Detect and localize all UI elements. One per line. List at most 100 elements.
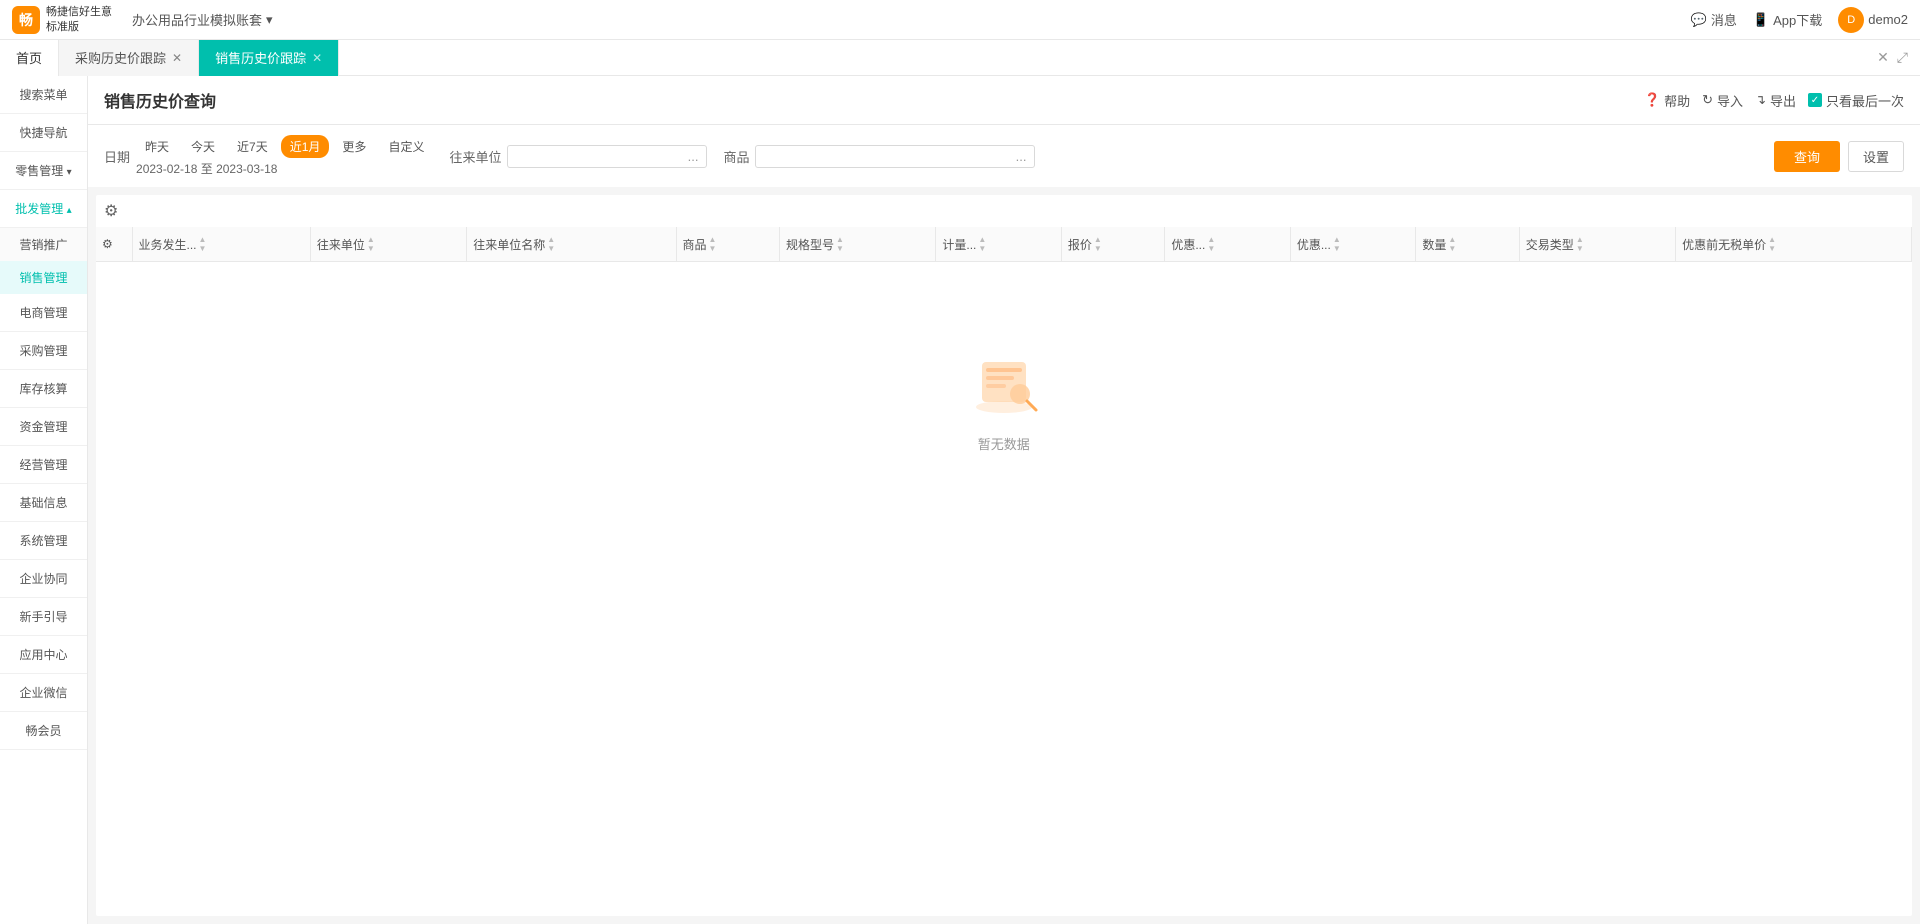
source-unit-label: 往来单位	[449, 147, 501, 166]
topbar-right: 💬 消息 📱 App下载 D demo2	[1691, 7, 1908, 33]
sort-icon: ▲▼	[547, 235, 555, 253]
product-input[interactable]: ...	[755, 145, 1035, 168]
th-unit[interactable]: 计量... ▲▼	[936, 227, 1062, 262]
sidebar-item-search-menu[interactable]: 搜索菜单	[0, 76, 87, 114]
th-discount2[interactable]: 优惠... ▲▼	[1290, 227, 1416, 262]
sidebar-item-sales-mgmt[interactable]: 销售管理	[0, 261, 87, 294]
chevron-up-icon: ▴	[67, 205, 72, 216]
date-btns: 昨天 今天 近7天 近1月 更多 自定义	[136, 135, 433, 158]
table-header-row: ⚙ 业务发生... ▲▼ 往来单位 ▲▼	[96, 227, 1912, 262]
sidebar-item-finance[interactable]: 资金管理	[0, 408, 87, 446]
sidebar-vip-label: 畅会员	[25, 724, 61, 738]
user-menu[interactable]: D demo2	[1838, 7, 1908, 33]
sort-icon: ▲▼	[978, 235, 986, 253]
close-tab-icon[interactable]: ✕	[1877, 49, 1889, 66]
sidebar: 搜索菜单 快捷导航 零售管理 ▾ 批发管理 ▴ 营销推广 销售管理 电商管理 采…	[0, 76, 88, 924]
app-selector[interactable]: 办公用品行业模拟账套 ▾	[132, 10, 273, 29]
date-btn-1month[interactable]: 近1月	[281, 135, 330, 158]
empty-state: 暂无数据	[96, 262, 1912, 533]
sort-icon: ▲▼	[836, 235, 844, 253]
sidebar-item-ecommerce[interactable]: 电商管理	[0, 294, 87, 332]
source-unit-input[interactable]: ...	[507, 145, 707, 168]
sidebar-item-quick-nav[interactable]: 快捷导航	[0, 114, 87, 152]
logo-area: 畅 畅捷信好生意 标准版	[12, 5, 112, 34]
main-layout: 搜索菜单 快捷导航 零售管理 ▾ 批发管理 ▴ 营销推广 销售管理 电商管理 采…	[0, 76, 1920, 924]
tab-purchase-close-icon[interactable]: ✕	[172, 51, 182, 65]
date-btn-more[interactable]: 更多	[333, 135, 375, 158]
date-btn-today[interactable]: 今天	[182, 135, 224, 158]
date-btn-yesterday[interactable]: 昨天	[136, 135, 178, 158]
sidebar-item-marketing[interactable]: 营销推广	[0, 228, 87, 261]
message-icon: 💬	[1691, 12, 1707, 28]
sidebar-item-inventory[interactable]: 库存核算	[0, 370, 87, 408]
export-icon: ↴	[1755, 92, 1766, 108]
message-btn[interactable]: 💬 消息	[1691, 10, 1737, 29]
download-icon: 📱	[1753, 12, 1769, 28]
th-pretax-price[interactable]: 优惠前无税单价 ▲▼	[1676, 227, 1912, 262]
sidebar-item-enterprise-collab[interactable]: 企业协同	[0, 560, 87, 598]
sidebar-item-purchase-mgmt[interactable]: 采购管理	[0, 332, 87, 370]
maximize-icon[interactable]: ⤢	[1897, 49, 1908, 66]
th-unit-name[interactable]: 往来单位名称 ▲▼	[467, 227, 676, 262]
sidebar-item-enterprise-wechat[interactable]: 企业微信	[0, 674, 87, 712]
date-label: 日期	[104, 147, 130, 166]
date-btn-7days[interactable]: 近7天	[228, 135, 277, 158]
chevron-down-icon: ▾	[266, 12, 273, 28]
tab-home[interactable]: 首页	[0, 40, 59, 76]
th-unit-code[interactable]: 往来单位 ▲▼	[310, 227, 466, 262]
sidebar-item-new-guide[interactable]: 新手引导	[0, 598, 87, 636]
product-filter-group: 商品 ...	[723, 145, 1035, 168]
sidebar-item-wholesale-mgmt[interactable]: 批发管理 ▴	[0, 190, 87, 228]
th-quote[interactable]: 报价 ▲▼	[1061, 227, 1164, 262]
page-actions: ❓ 帮助 ↻ 导入 ↴ 导出 ✓ 只看最后一次	[1644, 91, 1904, 122]
sidebar-item-app-center[interactable]: 应用中心	[0, 636, 87, 674]
export-btn[interactable]: ↴ 导出	[1755, 91, 1796, 110]
source-unit-dots[interactable]: ...	[688, 149, 699, 164]
empty-text: 暂无数据	[978, 434, 1030, 453]
table-container: ⚙ ⚙ 业务发生... ▲▼ 往来单位	[96, 195, 1912, 916]
sidebar-basic-label: 基础信息	[19, 496, 67, 510]
sidebar-item-system-mgmt[interactable]: 系统管理	[0, 522, 87, 560]
th-settings[interactable]: ⚙	[96, 227, 132, 262]
product-dots[interactable]: ...	[1016, 149, 1027, 164]
sidebar-item-retail-mgmt[interactable]: 零售管理 ▾	[0, 152, 87, 190]
avatar: D	[1838, 7, 1864, 33]
sort-icon: ▲▼	[1094, 235, 1102, 253]
th-trade-type[interactable]: 交易类型 ▲▼	[1519, 227, 1675, 262]
sort-icon: ▲▼	[709, 235, 717, 253]
empty-image	[964, 342, 1044, 422]
tabbar: 首页 采购历史价跟踪 ✕ 销售历史价跟踪 ✕ ✕ ⤢	[0, 40, 1920, 76]
th-discount1[interactable]: 优惠... ▲▼	[1165, 227, 1291, 262]
settings-button[interactable]: 设置	[1848, 141, 1904, 172]
tab-sales-history[interactable]: 销售历史价跟踪 ✕	[199, 40, 339, 76]
sidebar-ecommerce-label: 电商管理	[19, 306, 67, 320]
query-button[interactable]: 查询	[1774, 141, 1840, 172]
tab-sales-close-icon[interactable]: ✕	[312, 51, 322, 65]
app-download-btn[interactable]: 📱 App下载	[1753, 10, 1822, 29]
tab-purchase-history[interactable]: 采购历史价跟踪 ✕	[59, 40, 199, 76]
filter-actions: 查询 设置	[1774, 141, 1904, 172]
sidebar-inventory-label: 库存核算	[19, 382, 67, 396]
content-area: 销售历史价查询 ❓ 帮助 ↻ 导入 ↴ 导出 ✓ 只看最后一次	[88, 76, 1920, 924]
table-body: 暂无数据	[96, 262, 1912, 534]
column-settings-icon[interactable]: ⚙	[104, 201, 118, 221]
help-btn[interactable]: ❓ 帮助	[1644, 91, 1690, 110]
source-unit-filter-group: 往来单位 ...	[449, 145, 707, 168]
sidebar-retail-label: 零售管理	[15, 164, 63, 178]
th-product[interactable]: 商品 ▲▼	[676, 227, 779, 262]
th-quantity[interactable]: 数量 ▲▼	[1416, 227, 1519, 262]
sidebar-item-ops-mgmt[interactable]: 经营管理	[0, 446, 87, 484]
sidebar-item-vip-member[interactable]: 畅会员	[0, 712, 87, 750]
only-last-checkbox[interactable]: ✓ 只看最后一次	[1808, 91, 1904, 110]
filter-bar: 日期 昨天 今天 近7天 近1月 更多 自定义 2023-02-18 至 202…	[88, 125, 1920, 187]
sidebar-item-basic-info[interactable]: 基础信息	[0, 484, 87, 522]
th-spec[interactable]: 规格型号 ▲▼	[780, 227, 936, 262]
sidebar-appcenter-label: 应用中心	[19, 648, 67, 662]
sort-icon: ▲▼	[1448, 235, 1456, 253]
th-biz-date[interactable]: 业务发生... ▲▼	[132, 227, 310, 262]
date-btn-custom[interactable]: 自定义	[379, 135, 433, 158]
sidebar-wholesale-label: 批发管理	[15, 202, 63, 216]
chevron-down-icon: ▾	[67, 167, 72, 178]
date-range-display: 2023-02-18 至 2023-03-18	[136, 160, 433, 177]
import-btn[interactable]: ↻ 导入	[1702, 91, 1743, 110]
